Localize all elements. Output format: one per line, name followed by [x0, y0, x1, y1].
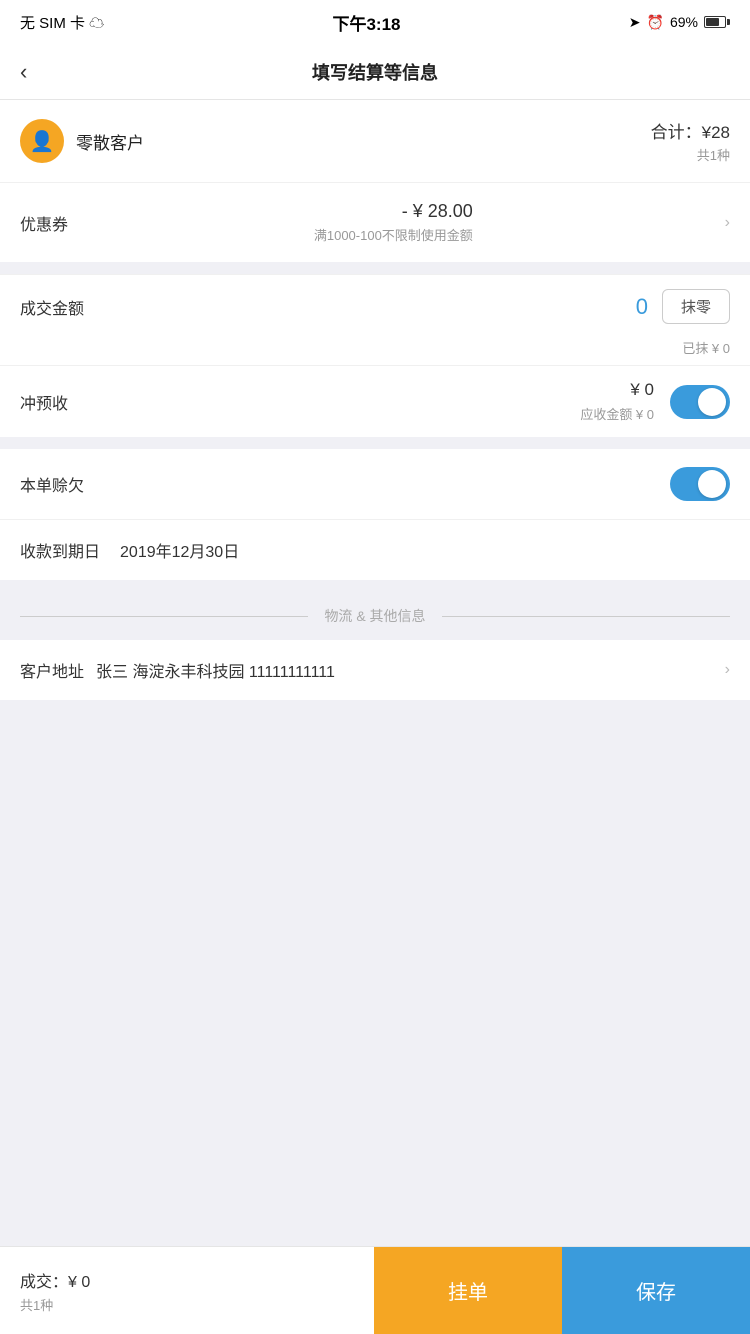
total-price: 合计：¥28	[651, 118, 730, 143]
debt-label: 本单赊欠	[20, 472, 84, 496]
location-icon: ➤	[629, 14, 641, 31]
customer-right: 合计：¥28 共1种	[651, 118, 730, 164]
prepay-right: ¥ 0 应收金额 ¥ 0	[580, 380, 654, 423]
deal-amount-sub: 已抹 ¥ 0	[0, 338, 750, 365]
customer-left: 👤 零散客户	[20, 119, 144, 163]
coupon-value: - ¥ 28.00	[402, 201, 473, 222]
debt-row: 本单赊欠	[0, 449, 750, 519]
due-date-value: 2019年12月30日	[120, 538, 239, 562]
battery-icon	[704, 16, 730, 28]
customer-row[interactable]: 👤 零散客户 合计：¥28 共1种	[0, 100, 750, 182]
status-right: ➤ ⏰ 69%	[629, 14, 730, 31]
total-count: 共1种	[651, 145, 730, 164]
coupon-row[interactable]: 优惠券 - ¥ 28.00 满1000-100不限制使用金额 ›	[0, 182, 750, 262]
coupon-right: - ¥ 28.00 满1000-100不限制使用金额	[314, 201, 473, 244]
round-zero-button[interactable]: 抹零	[662, 289, 730, 324]
coupon-sub: 满1000-100不限制使用金额	[314, 225, 473, 244]
battery-label: 69%	[670, 14, 698, 30]
bottom-bar: 成交：¥ 0 共1种 挂单 保存	[0, 1246, 750, 1334]
hang-order-button[interactable]: 挂单	[374, 1247, 562, 1334]
due-date-row[interactable]: 收款到期日 2019年12月30日	[0, 519, 750, 580]
status-bar: 无 SIM 卡 ☁ 下午3:18 ➤ ⏰ 69%	[0, 0, 750, 44]
content: 👤 零散客户 合计：¥28 共1种 优惠券 - ¥ 28.00 满1000-10…	[0, 100, 750, 812]
bottom-info: 成交：¥ 0 共1种	[0, 1268, 374, 1314]
status-left: 无 SIM 卡 ☁	[20, 12, 104, 33]
page-title: 填写结算等信息	[312, 59, 438, 85]
address-row[interactable]: 客户地址 张三 海淀永丰科技园 11111111111 ›	[0, 640, 750, 700]
due-date-label: 收款到期日	[20, 538, 100, 562]
coupon-label: 优惠券	[20, 211, 68, 235]
nav-bar: ‹ 填写结算等信息	[0, 44, 750, 100]
bottom-deal-amount: ¥ 0	[68, 1274, 90, 1291]
bottom-count: 共1种	[20, 1295, 354, 1314]
status-time: 下午3:18	[332, 10, 400, 35]
divider-left	[20, 616, 308, 617]
deal-amount-row: 成交金额 0 抹零	[0, 274, 750, 338]
bottom-deal: 成交：¥ 0	[20, 1268, 354, 1292]
avatar: 👤	[20, 119, 64, 163]
debt-toggle[interactable]	[670, 467, 730, 501]
alarm-icon: ⏰	[647, 14, 664, 31]
no-sim-label: 无 SIM 卡 ☁	[20, 12, 104, 33]
deal-section: 成交金额 0 抹零 已抹 ¥ 0 冲预收 ¥ 0 应收金额 ¥ 0	[0, 274, 750, 437]
avatar-icon: 👤	[30, 129, 55, 154]
prepay-label: 冲预收	[20, 390, 68, 414]
prepay-row: 冲预收 ¥ 0 应收金额 ¥ 0	[0, 365, 750, 437]
logistics-label: 物流 & 其他信息	[324, 606, 425, 626]
bottom-deal-label: 成交：	[20, 1274, 68, 1291]
deal-amount-input[interactable]: 0	[618, 294, 648, 320]
deal-amount-label: 成交金额	[20, 295, 84, 319]
customer-section: 👤 零散客户 合计：¥28 共1种 优惠券 - ¥ 28.00 满1000-10…	[0, 100, 750, 262]
address-section: 客户地址 张三 海淀永丰科技园 11111111111 ›	[0, 640, 750, 700]
address-label: 客户地址	[20, 658, 84, 682]
save-button[interactable]: 保存	[562, 1247, 750, 1334]
customer-name: 零散客户	[76, 129, 144, 154]
debt-section: 本单赊欠 收款到期日 2019年12月30日	[0, 449, 750, 580]
address-chevron-icon: ›	[725, 661, 730, 679]
logistics-divider: 物流 & 其他信息	[0, 592, 750, 640]
back-button[interactable]: ‹	[20, 59, 27, 85]
address-value: 张三 海淀永丰科技园 11111111111	[96, 658, 707, 682]
deal-amount-right: 0 抹零	[618, 289, 730, 324]
prepay-toggle[interactable]	[670, 385, 730, 419]
chevron-right-icon: ›	[725, 214, 730, 232]
prepay-sub: 应收金额 ¥ 0	[580, 404, 654, 423]
prepay-amount: ¥ 0	[630, 380, 654, 400]
divider-right	[442, 616, 730, 617]
